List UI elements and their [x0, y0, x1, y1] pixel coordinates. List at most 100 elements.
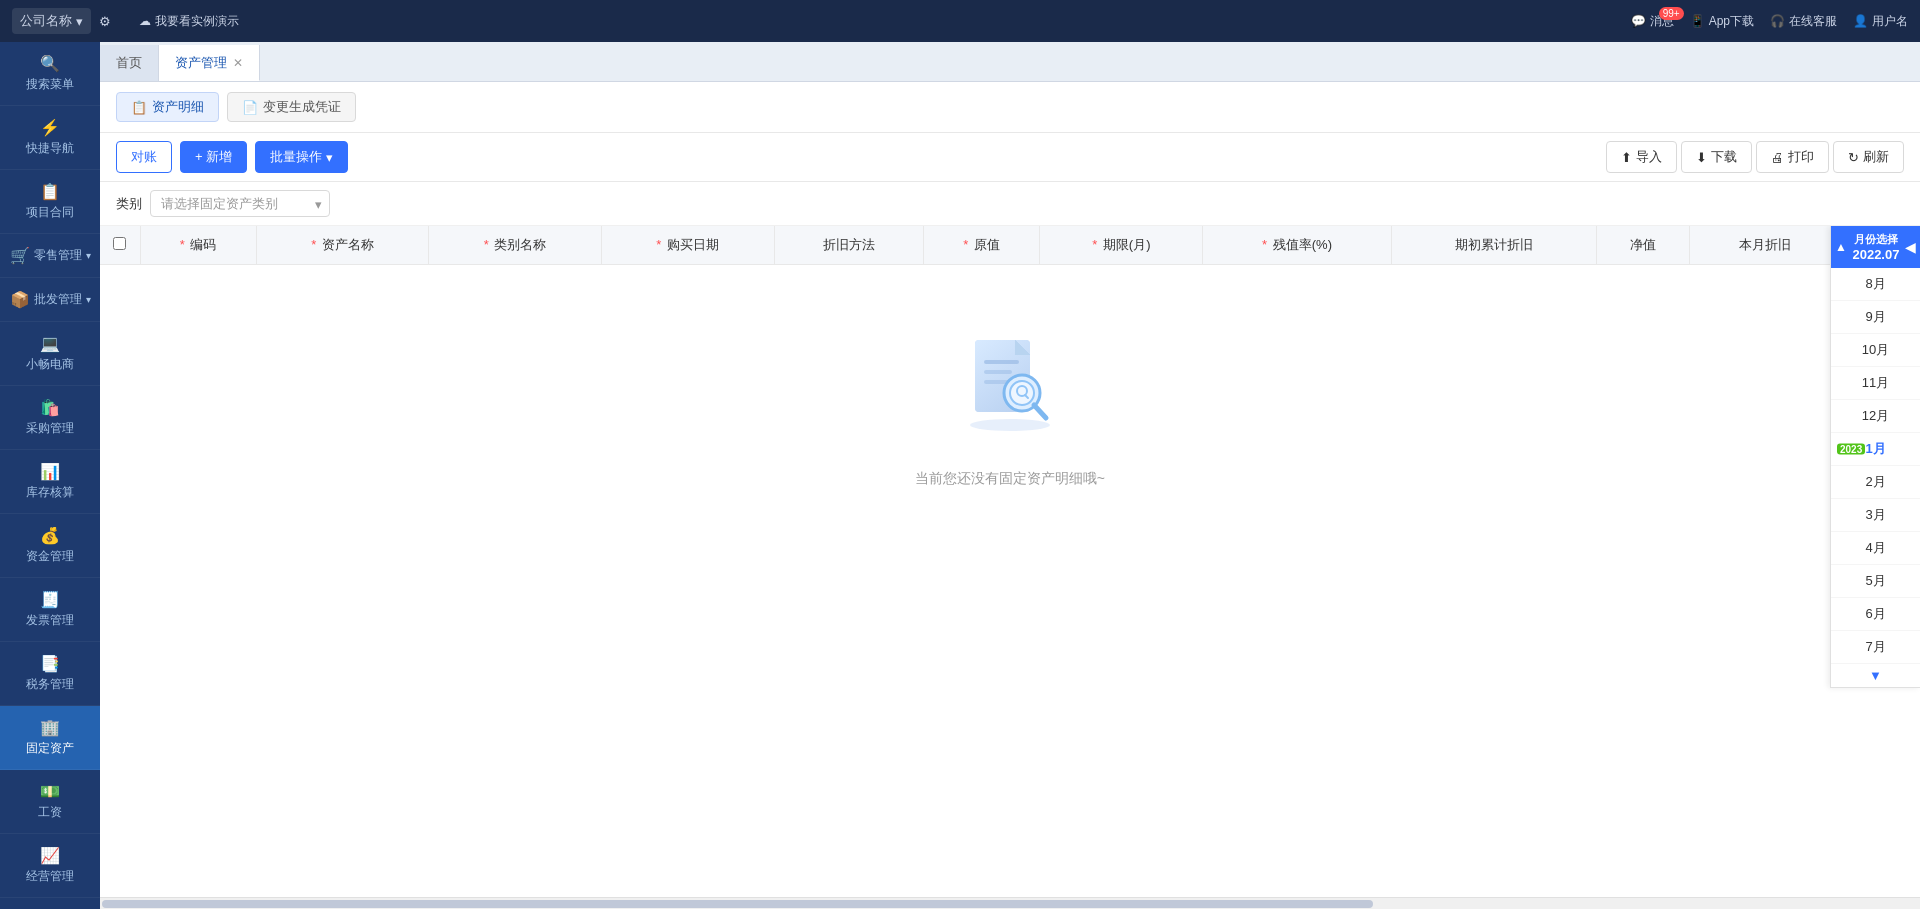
message-badge: 99+	[1659, 7, 1684, 20]
th-category: * 类别名称	[429, 226, 602, 265]
horizontal-scrollbar[interactable]	[100, 897, 1920, 909]
project-icon: 📋	[40, 182, 60, 201]
print-button[interactable]: 🖨 打印	[1756, 141, 1829, 173]
tab-home[interactable]: 首页	[100, 45, 159, 81]
asset-detail-icon: 📋	[131, 100, 147, 115]
table-header-row: * 编码 * 资产名称 * 类别名称	[100, 226, 1920, 265]
th-code: * 编码	[140, 226, 256, 265]
month-item-4[interactable]: 4月	[1831, 532, 1920, 565]
sidebar-item-retail[interactable]: 🛒 零售管理 ▾	[0, 234, 100, 278]
company-selector[interactable]: 公司名称 ▾	[12, 8, 91, 34]
month-item-5[interactable]: 5月	[1831, 565, 1920, 598]
month-item-12[interactable]: 12月	[1831, 400, 1920, 433]
message-button[interactable]: 💬 消息 99+	[1631, 13, 1674, 30]
add-button[interactable]: + 新增	[180, 141, 247, 173]
month-item-7[interactable]: 7月	[1831, 631, 1920, 664]
sidebar-item-finance[interactable]: 💰 资金管理	[0, 514, 100, 578]
sidebar-item-label: 发票管理	[26, 612, 74, 629]
sidebar-item-quick-nav[interactable]: ⚡ 快捷导航	[0, 106, 100, 170]
year-badge: 2023	[1837, 444, 1865, 455]
download-icon: ⬇	[1696, 150, 1707, 165]
refresh-button[interactable]: ↻ 刷新	[1833, 141, 1904, 173]
sidebar-item-inventory[interactable]: 📊 库存核算	[0, 450, 100, 514]
month-panel-prev-icon[interactable]: ▲	[1835, 240, 1847, 254]
th-accumulated: 期初累计折旧	[1391, 226, 1597, 265]
month-nav-down[interactable]: ▼	[1831, 664, 1920, 687]
empty-row: 当前您还没有固定资产明细哦~	[100, 265, 1920, 549]
batch-button[interactable]: 批量操作 ▾	[255, 141, 348, 173]
sidebar-item-tax[interactable]: 📑 税务管理	[0, 642, 100, 706]
month-panel-header[interactable]: ▲ 月份选择 2022.07 ◀	[1831, 226, 1920, 268]
action-buttons: ⬆ 导入 ⬇ 下载 🖨 打印 ↻ 刷新	[1606, 141, 1904, 173]
month-item-9[interactable]: 9月	[1831, 301, 1920, 334]
category-select-wrapper: 请选择固定资产类别 ▾	[150, 190, 330, 217]
th-period: * 期限(月)	[1040, 226, 1203, 265]
month-item-10[interactable]: 10月	[1831, 334, 1920, 367]
sidebar-item-ecommerce[interactable]: 💻 小畅电商	[0, 322, 100, 386]
chevron-down-icon: ▾	[86, 294, 91, 305]
invoice-icon: 🧾	[40, 590, 60, 609]
top-bar: 公司名称 ▾ ⚙ ☁ 我要看实例演示 💬 消息 99+ 📱 App下载 🎧 在线…	[0, 0, 1920, 42]
sub-tab-asset-detail[interactable]: 📋 资产明细	[116, 92, 219, 122]
app-download-button[interactable]: 📱 App下载	[1690, 13, 1754, 30]
svg-rect-4	[984, 370, 1012, 374]
tab-bar: 首页 资产管理 ✕	[100, 42, 1920, 82]
sidebar-item-label: 固定资产	[26, 740, 74, 757]
sidebar-item-invoice[interactable]: 🧾 发票管理	[0, 578, 100, 642]
sidebar-item-fixed-assets[interactable]: 🏢 固定资产	[0, 706, 100, 770]
demo-link[interactable]: ☁ 我要看实例演示	[139, 13, 239, 30]
select-all-checkbox[interactable]	[113, 237, 126, 250]
tab-close-icon[interactable]: ✕	[233, 56, 243, 70]
month-item-1-2023[interactable]: 2023 1月	[1831, 433, 1920, 466]
import-icon: ⬆	[1621, 150, 1632, 165]
month-item-11[interactable]: 11月	[1831, 367, 1920, 400]
sidebar-item-label: 零售管理	[34, 247, 82, 264]
month-item-2[interactable]: 2月	[1831, 466, 1920, 499]
wholesale-icon: 📦	[10, 290, 30, 309]
sub-tab-change-voucher[interactable]: 📄 变更生成凭证	[227, 92, 356, 122]
category-select[interactable]: 请选择固定资产类别	[150, 190, 330, 217]
sidebar-item-label: 项目合同	[26, 204, 74, 221]
month-item-8[interactable]: 8月	[1831, 268, 1920, 301]
month-panel-expand-icon[interactable]: ◀	[1905, 239, 1916, 255]
settings-icon[interactable]: ⚙	[99, 14, 111, 29]
sidebar-item-operation[interactable]: 📈 经营管理	[0, 834, 100, 898]
sidebar-item-ledger[interactable]: 📒 总账管理	[0, 898, 100, 909]
th-net-value: 净值	[1597, 226, 1690, 265]
scrollbar-thumb[interactable]	[102, 900, 1373, 908]
inventory-icon: 📊	[40, 462, 60, 481]
import-button[interactable]: ⬆ 导入	[1606, 141, 1677, 173]
main-layout: 🔍 搜索菜单 ⚡ 快捷导航 📋 项目合同 🛒 零售管理 ▾ 📦 批发管理 ▾ 💻…	[0, 42, 1920, 909]
sidebar-item-purchase[interactable]: 🛍️ 采购管理	[0, 386, 100, 450]
empty-state: 当前您还没有固定资产明细哦~	[100, 265, 1920, 548]
online-service-button[interactable]: 🎧 在线客服	[1770, 13, 1837, 30]
sidebar-item-project[interactable]: 📋 项目合同	[0, 170, 100, 234]
month-item-6[interactable]: 6月	[1831, 598, 1920, 631]
tax-icon: 📑	[40, 654, 60, 673]
th-monthly-depreciation: 本月折旧	[1690, 226, 1840, 265]
dropdown-arrow-icon: ▾	[76, 14, 83, 29]
sidebar-item-wholesale[interactable]: 📦 批发管理 ▾	[0, 278, 100, 322]
month-panel: ▲ 月份选择 2022.07 ◀ 8月 9月 10月	[1830, 226, 1920, 688]
month-panel-title: 月份选择 2022.07	[1852, 232, 1899, 262]
sidebar-item-label: 经营管理	[26, 868, 74, 885]
salary-icon: 💵	[40, 782, 60, 801]
download-button[interactable]: ⬇ 下载	[1681, 141, 1752, 173]
month-item-3[interactable]: 3月	[1831, 499, 1920, 532]
svg-point-7	[1010, 381, 1034, 405]
sub-tab-bar: 📋 资产明细 📄 变更生成凭证	[100, 82, 1920, 133]
user-avatar[interactable]: 👤 用户名	[1853, 13, 1908, 30]
avatar: 👤	[1853, 14, 1868, 28]
table-container: * 编码 * 资产名称 * 类别名称	[100, 226, 1920, 897]
headset-icon: 🎧	[1770, 14, 1785, 28]
sidebar-item-search[interactable]: 🔍 搜索菜单	[0, 42, 100, 106]
sidebar-item-salary[interactable]: 💵 工资	[0, 770, 100, 834]
sidebar: 🔍 搜索菜单 ⚡ 快捷导航 📋 项目合同 🛒 零售管理 ▾ 📦 批发管理 ▾ 💻…	[0, 42, 100, 909]
search-icon: 🔍	[40, 54, 60, 73]
sidebar-item-label: 资金管理	[26, 548, 74, 565]
top-bar-left: 公司名称 ▾ ⚙ ☁ 我要看实例演示	[12, 8, 1631, 34]
reconcile-button[interactable]: 对账	[116, 141, 172, 173]
th-checkbox	[100, 226, 140, 265]
svg-point-0	[970, 419, 1050, 431]
tab-asset[interactable]: 资产管理 ✕	[159, 45, 260, 81]
